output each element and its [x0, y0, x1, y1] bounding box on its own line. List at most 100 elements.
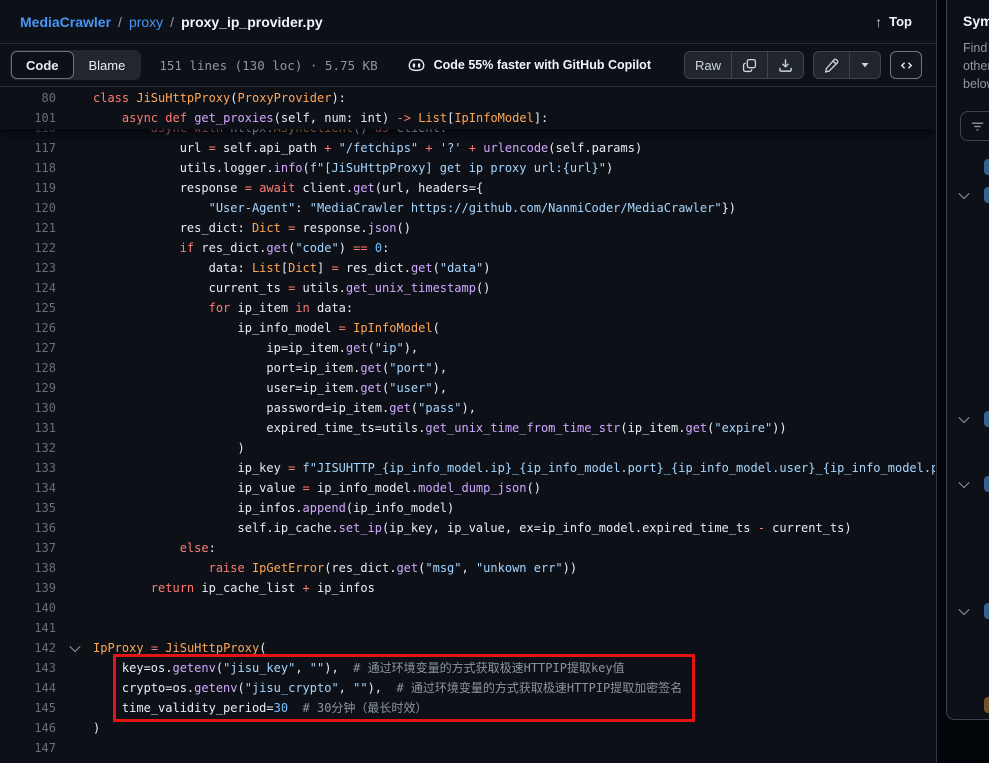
code-text: class JiSuHttpProxy(ProxyProvider): [93, 88, 935, 108]
line-number[interactable]: 133 [0, 458, 56, 478]
line-number[interactable]: 121 [0, 218, 56, 238]
symbols-panel-toggle-button[interactable] [890, 51, 922, 79]
symbol-kind-chip [984, 159, 989, 175]
code-text: key=os.getenv("jisu_key", ""), # 通过环境变量的… [93, 658, 935, 678]
symbols-panel-description: Find definitions and references for func… [963, 39, 989, 93]
line-number[interactable]: 144 [0, 678, 56, 698]
copy-icon [742, 58, 757, 73]
code-text: ip_info_model = IpInfoModel( [93, 318, 935, 338]
line-number[interactable]: 123 [0, 258, 56, 278]
line-number[interactable]: 141 [0, 618, 56, 638]
code-line-134: 134 ip_value = ip_info_model.model_dump_… [0, 478, 935, 498]
line-gutter [56, 158, 93, 178]
symbol-list-item[interactable] [947, 187, 989, 203]
line-gutter [56, 618, 93, 638]
line-gutter [56, 438, 93, 458]
line-number[interactable]: 124 [0, 278, 56, 298]
chevron-down-icon[interactable] [958, 477, 969, 488]
download-raw-button[interactable] [767, 52, 803, 78]
line-number[interactable]: 145 [0, 698, 56, 718]
code-text: password=ip_item.get("pass"), [93, 398, 935, 418]
line-number[interactable]: 101 [0, 108, 56, 128]
line-number[interactable]: 132 [0, 438, 56, 458]
line-gutter [56, 218, 93, 238]
symbol-list-item[interactable] [947, 603, 989, 619]
line-number[interactable]: 127 [0, 338, 56, 358]
code-line-144: 144 crypto=os.getenv("jisu_crypto", ""),… [0, 678, 935, 698]
line-number[interactable]: 142 [0, 638, 56, 658]
tab-blame[interactable]: Blame [74, 51, 141, 79]
code-text: res_dict: Dict = response.json() [93, 218, 935, 238]
code-line-127: 127 ip=ip_item.get("ip"), [0, 338, 935, 358]
line-number[interactable]: 147 [0, 738, 56, 758]
line-number[interactable]: 125 [0, 298, 56, 318]
line-number[interactable]: 137 [0, 538, 56, 558]
symbol-list-item[interactable] [947, 159, 989, 175]
copilot-banner[interactable]: Code 55% faster with GitHub Copilot [408, 57, 651, 74]
code-brackets-icon [899, 58, 914, 73]
tab-code[interactable]: Code [11, 51, 74, 79]
symbols-description-line: below. [963, 75, 989, 93]
copilot-icon [408, 57, 425, 74]
line-gutter [56, 698, 93, 718]
back-to-top-button[interactable]: ↑ Top [869, 10, 918, 34]
copy-raw-button[interactable] [731, 52, 767, 78]
code-line-133: 133 ip_key = f"JISUHTTP_{ip_info_model.i… [0, 458, 935, 478]
line-gutter [56, 88, 93, 108]
line-number[interactable]: 139 [0, 578, 56, 598]
line-number[interactable]: 117 [0, 138, 56, 158]
symbol-list-item[interactable] [947, 697, 989, 713]
line-number[interactable]: 134 [0, 478, 56, 498]
edit-dropdown-button[interactable] [849, 52, 880, 78]
line-number[interactable]: 122 [0, 238, 56, 258]
line-number[interactable]: 146 [0, 718, 56, 738]
line-number[interactable]: 120 [0, 198, 56, 218]
line-gutter [56, 138, 93, 158]
collapse-chevron-icon[interactable] [56, 638, 93, 658]
code-text: for ip_item in data: [93, 298, 935, 318]
symbol-list-item[interactable] [947, 411, 989, 427]
line-gutter [56, 678, 93, 698]
breadcrumb-repo-link[interactable]: MediaCrawler [20, 14, 111, 30]
file-view-container: MediaCrawler / proxy / proxy_ip_provider… [0, 0, 937, 763]
line-number[interactable]: 80 [0, 88, 56, 108]
line-gutter [56, 538, 93, 558]
line-number[interactable]: 140 [0, 598, 56, 618]
line-number[interactable]: 130 [0, 398, 56, 418]
line-gutter [56, 578, 93, 598]
symbol-list-item[interactable] [947, 476, 989, 492]
line-number[interactable]: 119 [0, 178, 56, 198]
line-number[interactable]: 118 [0, 158, 56, 178]
breadcrumb: MediaCrawler / proxy / proxy_ip_provider… [0, 0, 936, 44]
filter-symbols-input[interactable] [960, 111, 989, 141]
code-line-142: 142 IpProxy = JiSuHttpProxy( [0, 638, 935, 658]
code-line-120: 120 "User-Agent": "MediaCrawler https://… [0, 198, 935, 218]
code-line-145: 145 time_validity_period=30 # 30分钟（最长时效） [0, 698, 935, 718]
code-text: ip_key = f"JISUHTTP_{ip_info_model.ip}_{… [93, 458, 935, 478]
line-number[interactable]: 143 [0, 658, 56, 678]
code-lines: 116 async with httpx.AsyncClient() as cl… [0, 118, 935, 758]
code-line-119: 119 response = await client.get(url, hea… [0, 178, 935, 198]
chevron-down-icon[interactable] [958, 188, 969, 199]
line-gutter [56, 198, 93, 218]
symbol-kind-chip [984, 697, 989, 713]
chevron-down-icon[interactable] [958, 412, 969, 423]
code-text: ) [93, 438, 935, 458]
line-number[interactable]: 129 [0, 378, 56, 398]
code-text: "User-Agent": "MediaCrawler https://gith… [93, 198, 935, 218]
line-number[interactable]: 135 [0, 498, 56, 518]
code-line-80: 80 class JiSuHttpProxy(ProxyProvider): [0, 88, 935, 108]
code-line-139: 139 return ip_cache_list + ip_infos [0, 578, 935, 598]
chevron-down-icon[interactable] [958, 604, 969, 615]
code-text [93, 618, 935, 638]
raw-button[interactable]: Raw [685, 52, 731, 78]
line-number[interactable]: 126 [0, 318, 56, 338]
breadcrumb-folder-link[interactable]: proxy [129, 14, 163, 30]
code-text: IpProxy = JiSuHttpProxy( [93, 638, 935, 658]
line-number[interactable]: 138 [0, 558, 56, 578]
line-number[interactable]: 131 [0, 418, 56, 438]
edit-file-button[interactable] [814, 52, 849, 78]
breadcrumb-file-name: proxy_ip_provider.py [181, 14, 323, 30]
line-number[interactable]: 128 [0, 358, 56, 378]
line-number[interactable]: 136 [0, 518, 56, 538]
